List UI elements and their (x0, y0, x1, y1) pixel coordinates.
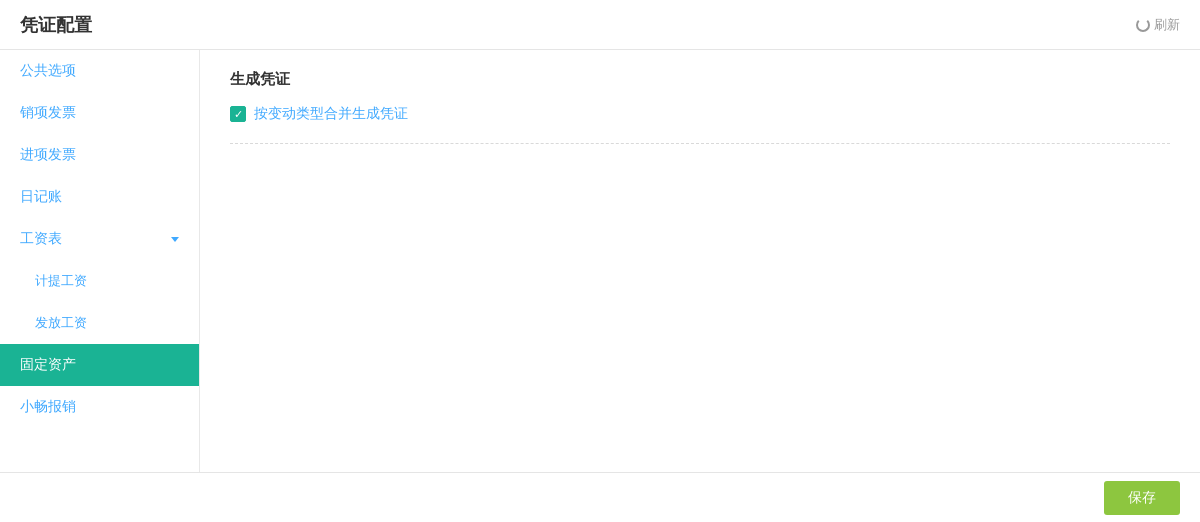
sidebar-item-label: 工资表 (20, 230, 62, 248)
section-divider (230, 143, 1170, 144)
refresh-label: 刷新 (1154, 16, 1180, 34)
page-wrapper: 凭证配置 刷新 公共选项销项发票进项发票日记账工资表计提工资发放工资固定资产小畅… (0, 0, 1200, 522)
sidebar-item-label: 固定资产 (20, 356, 76, 374)
save-button[interactable]: 保存 (1104, 481, 1180, 515)
sidebar: 公共选项销项发票进项发票日记账工资表计提工资发放工资固定资产小畅报销 (0, 50, 200, 472)
sidebar-item-label: 小畅报销 (20, 398, 76, 416)
page-title: 凭证配置 (20, 13, 92, 37)
sidebar-item-journal[interactable]: 日记账 (0, 176, 199, 218)
footer: 保存 (0, 472, 1200, 522)
sidebar-item-label: 公共选项 (20, 62, 76, 80)
refresh-icon (1136, 18, 1150, 32)
sidebar-item-label: 销项发票 (20, 104, 76, 122)
chevron-down-icon (171, 237, 179, 242)
sidebar-item-public-options[interactable]: 公共选项 (0, 50, 199, 92)
body: 公共选项销项发票进项发票日记账工资表计提工资发放工资固定资产小畅报销 生成凭证 … (0, 50, 1200, 472)
sidebar-item-purchase-invoice[interactable]: 进项发票 (0, 134, 199, 176)
sidebar-item-fixed-assets[interactable]: 固定资产 (0, 344, 199, 386)
sidebar-item-label: 发放工资 (35, 314, 87, 332)
refresh-button[interactable]: 刷新 (1136, 16, 1180, 34)
section-title: 生成凭证 (230, 70, 1170, 89)
sidebar-item-label: 日记账 (20, 188, 62, 206)
sidebar-item-label: 进项发票 (20, 146, 76, 164)
sidebar-item-expense-report[interactable]: 小畅报销 (0, 386, 199, 428)
sidebar-item-label: 计提工资 (35, 272, 87, 290)
sidebar-item-sales-invoice[interactable]: 销项发票 (0, 92, 199, 134)
merge-checkbox-label: 按变动类型合并生成凭证 (254, 105, 408, 123)
merge-checkbox[interactable] (230, 106, 246, 122)
header: 凭证配置 刷新 (0, 0, 1200, 50)
main-content: 生成凭证 按变动类型合并生成凭证 (200, 50, 1200, 472)
sidebar-item-payroll-calc[interactable]: 计提工资 (0, 260, 199, 302)
merge-checkbox-row[interactable]: 按变动类型合并生成凭证 (230, 105, 1170, 123)
sidebar-item-payroll-pay[interactable]: 发放工资 (0, 302, 199, 344)
sidebar-item-payroll-table[interactable]: 工资表 (0, 218, 199, 260)
